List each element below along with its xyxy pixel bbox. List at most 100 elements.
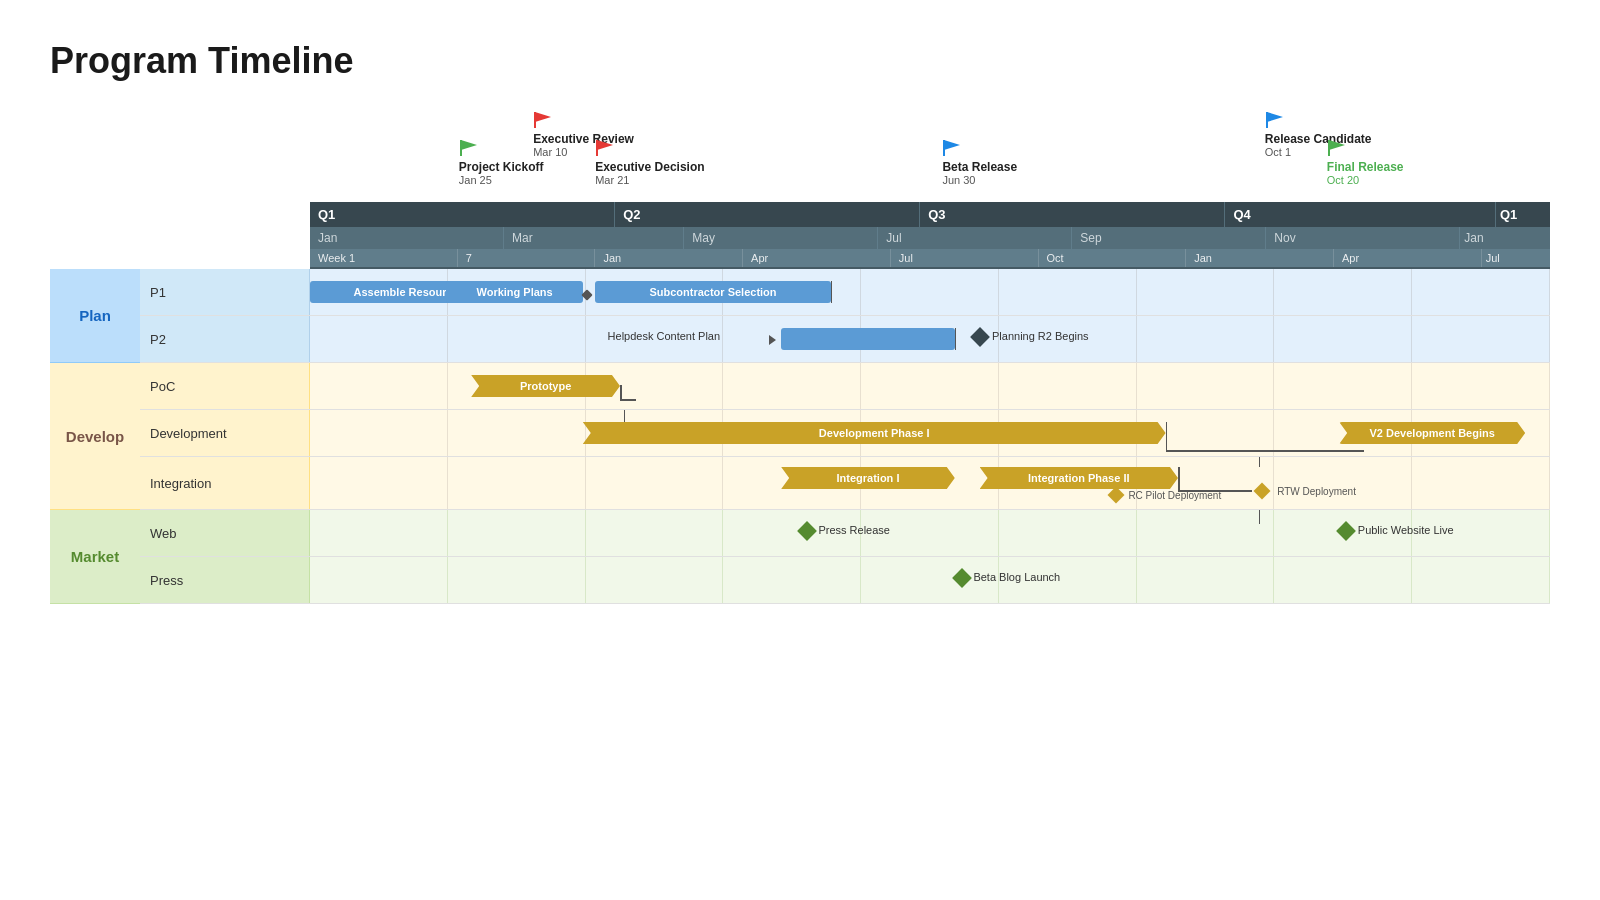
week-jul2: Jul <box>1482 249 1550 267</box>
plan-section: Plan P1 Assemble Resources Working Plans <box>50 269 1550 363</box>
row-label-poc: PoC <box>140 363 310 409</box>
svg-marker-6 <box>944 140 960 150</box>
connector-int-v <box>1178 467 1180 491</box>
milestone-date: Oct 20 <box>1327 174 1404 186</box>
chart-area-press: Beta Blog Launch <box>310 557 1550 603</box>
chart-area-development: Development Phase I V2 Development Begin… <box>310 410 1550 456</box>
bar-v2-dev: V2 Development Begins <box>1339 422 1525 444</box>
connector-v-p2 <box>955 328 957 350</box>
grid-press <box>310 557 1550 603</box>
section-label-develop: Develop <box>50 363 140 510</box>
diamond-press-release <box>797 521 817 541</box>
gantt-row-poc: PoC Prototype <box>140 363 1550 410</box>
week-apr2: Apr <box>1334 249 1482 267</box>
bar-prototype: Prototype <box>471 375 620 397</box>
diamond-beta-blog <box>952 568 972 588</box>
flag-red-icon <box>533 112 551 128</box>
row-label-integration: Integration <box>140 457 310 509</box>
quarter-q1-next: Q1 <box>1496 202 1550 227</box>
gantt-row-development: Development Development Phase I V2 Devel… <box>140 410 1550 457</box>
chart-area-integration: Integration I Integration Phase II RC Pi… <box>310 457 1550 509</box>
gantt-row-press: Press Beta Blog Launch <box>140 557 1550 604</box>
week-jul: Jul <box>891 249 1039 267</box>
bar-integration2: Integration Phase II <box>980 467 1178 489</box>
milestones-area: Project Kickoff Jan 25 Executive Review … <box>310 112 1550 202</box>
milestone-beta-release: Beta Release Jun 30 <box>942 140 1017 186</box>
flag-green2-icon <box>1327 140 1345 156</box>
week-apr: Apr <box>743 249 891 267</box>
gantt-row-p1: P1 Assemble Resources Working Plans Subc… <box>140 269 1550 316</box>
section-label-plan: Plan <box>50 269 140 363</box>
label-beta-blog: Beta Blog Launch <box>973 571 1060 583</box>
week-7: 7 <box>458 249 596 267</box>
quarter-header: Q1 Q2 Q3 Q4 Q1 <box>310 202 1550 227</box>
svg-marker-2 <box>535 112 551 122</box>
develop-section: Develop PoC Prototype <box>50 363 1550 510</box>
week-1: Week 1 <box>310 249 458 267</box>
plan-rows: P1 Assemble Resources Working Plans Subc… <box>140 269 1550 363</box>
milestone-label: Final Release <box>1327 160 1404 174</box>
month-mar: Mar <box>504 227 684 249</box>
gantt-row-integration: Integration Integration I Integration Ph… <box>140 457 1550 510</box>
connector-dev-h <box>1166 450 1364 452</box>
bar-dev-phase1: Development Phase I <box>583 422 1166 444</box>
connector-rtw-up <box>1259 457 1261 467</box>
connector-dot-p1 <box>581 289 592 300</box>
milestone-date: Jun 30 <box>942 174 1017 186</box>
month-may: May <box>684 227 878 249</box>
bar-working-plans: Working Plans <box>446 281 582 303</box>
connector-dev-from-above <box>624 410 626 424</box>
connector-line-p1 <box>831 281 833 303</box>
flag-blue-icon <box>942 140 960 156</box>
label-public-website: Public Website Live <box>1358 524 1454 536</box>
chart-area-p2: Helpdesk Content Plan Planning R2 Begins <box>310 316 1550 362</box>
label-rc-pilot: RC Pilot Deployment <box>1128 490 1221 501</box>
month-nov: Nov <box>1266 227 1460 249</box>
connector-market-v <box>1259 510 1261 524</box>
connector-dev-v <box>1166 422 1168 452</box>
svg-marker-0 <box>461 140 477 150</box>
gantt-row-web: Web Press Release Public Website Live <box>140 510 1550 557</box>
milestone-final-release: Final Release Oct 20 <box>1327 140 1404 186</box>
diamond-public-website <box>1336 521 1356 541</box>
bar-subcontractor-selection: Subcontractor Selection <box>595 281 831 303</box>
market-rows: Web Press Release Public Website Live <box>140 510 1550 604</box>
bar-helpdesk <box>781 328 955 350</box>
quarter-q3: Q3 <box>920 202 1225 227</box>
month-sep: Sep <box>1072 227 1266 249</box>
week-oct: Oct <box>1039 249 1187 267</box>
month-header: Jan Mar May Jul Sep Nov Jan <box>310 227 1550 249</box>
milestone-label: Project Kickoff <box>459 160 544 174</box>
svg-marker-8 <box>1267 112 1283 122</box>
gantt-row-p2: P2 Helpdesk Content Plan Planning R <box>140 316 1550 363</box>
week-jan: Jan <box>595 249 743 267</box>
quarter-q1: Q1 <box>310 202 615 227</box>
milestone-label: Beta Release <box>942 160 1017 174</box>
diamond-rc-pilot <box>1107 487 1124 504</box>
market-section: Market Web Press Release Public <box>50 510 1550 604</box>
section-label-market: Market <box>50 510 140 604</box>
row-label-development: Development <box>140 410 310 456</box>
arrow-helpdesk <box>769 335 776 345</box>
milestone-date: Jan 25 <box>459 174 544 186</box>
flag-blue2-icon <box>1265 112 1283 128</box>
month-jan-next: Jan <box>1460 227 1550 249</box>
svg-marker-4 <box>597 140 613 150</box>
bar-integration1: Integration I <box>781 467 955 489</box>
label-helpdesk: Helpdesk Content Plan <box>608 330 721 342</box>
chart-area-web: Press Release Public Website Live <box>310 510 1550 556</box>
week-jan2: Jan <box>1186 249 1334 267</box>
week-header: Week 1 7 Jan Apr Jul Oct Jan Apr Jul <box>310 249 1550 269</box>
milestone-project-kickoff: Project Kickoff Jan 25 <box>459 140 544 186</box>
flag-green-icon <box>459 140 477 156</box>
chart-area-poc: Prototype <box>310 363 1550 409</box>
row-label-press: Press <box>140 557 310 603</box>
month-jul: Jul <box>878 227 1072 249</box>
svg-marker-10 <box>1329 140 1345 150</box>
quarter-q2: Q2 <box>615 202 920 227</box>
develop-rows: PoC Prototype Development <box>140 363 1550 510</box>
row-label-p2: P2 <box>140 316 310 362</box>
label-rtw: RTW Deployment <box>1277 486 1356 497</box>
connector-int-h <box>1178 490 1252 492</box>
label-planning-r2: Planning R2 Begins <box>992 330 1089 342</box>
